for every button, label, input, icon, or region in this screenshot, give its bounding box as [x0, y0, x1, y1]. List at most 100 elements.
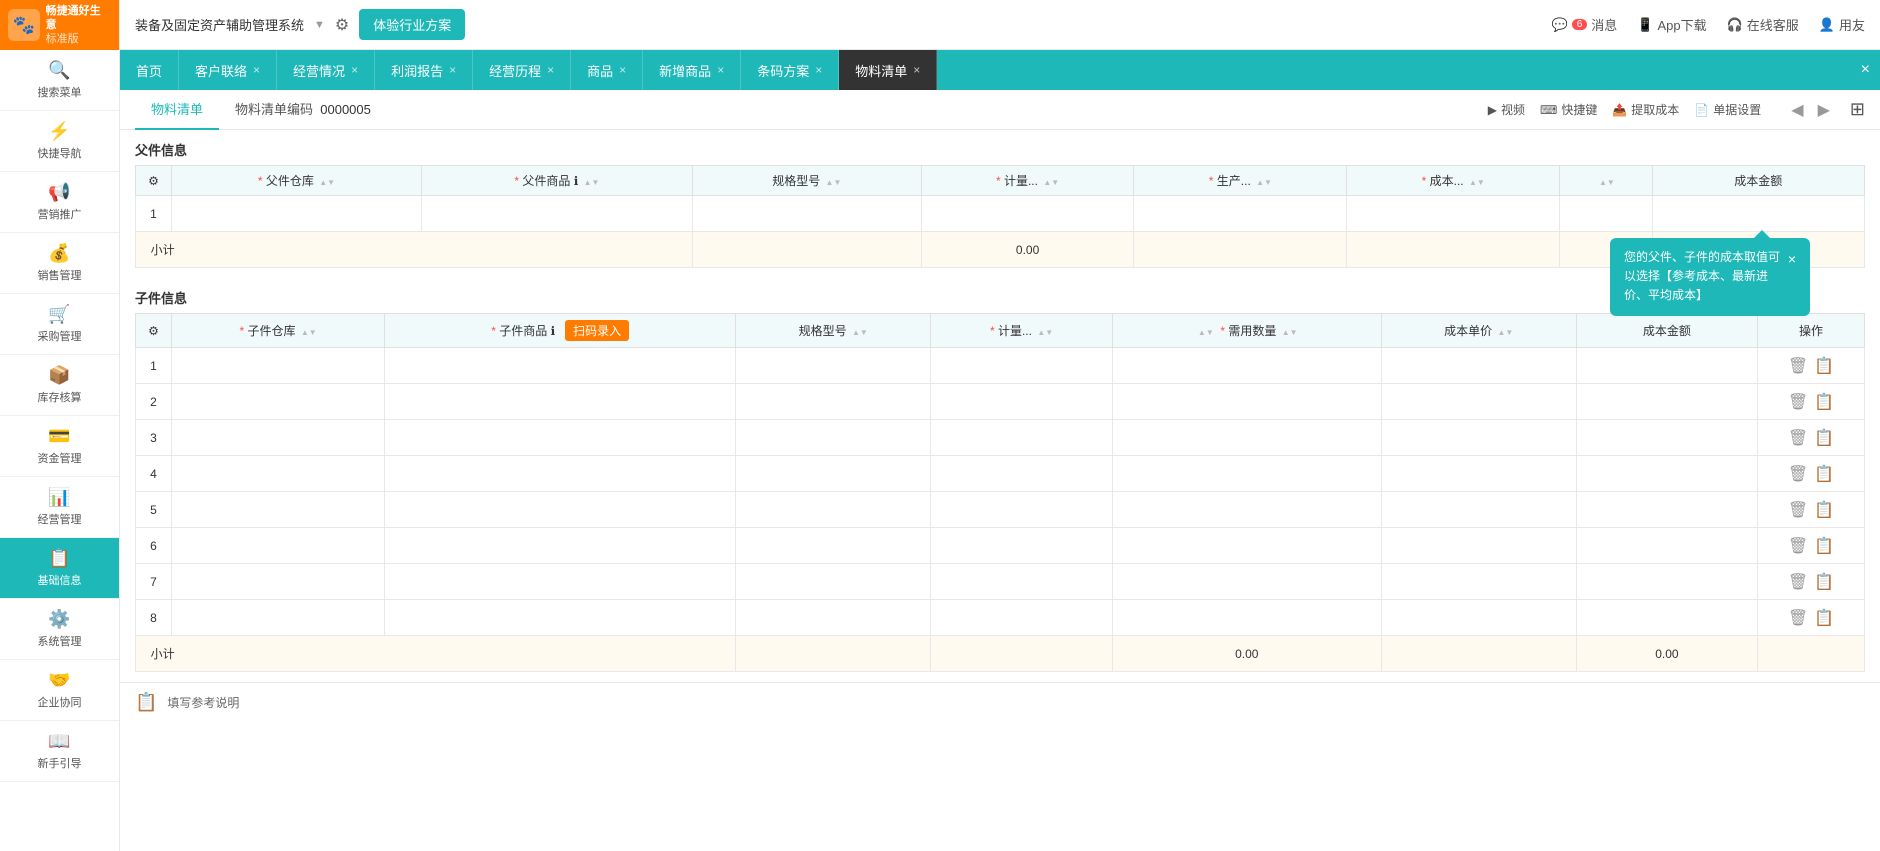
sub-tab-code[interactable]: 物料清单编码 0000005 [219, 90, 387, 130]
grid-view-icon[interactable]: ⊞ [1850, 99, 1865, 120]
child-spec-cell[interactable] [736, 456, 931, 492]
child-amount-cell[interactable] [1576, 420, 1757, 456]
sidebar-item-cooperation[interactable]: 🤝 企业协同 [0, 660, 119, 721]
tooltip-close-btn[interactable]: × [1788, 248, 1796, 270]
tab-operations[interactable]: 经营情况 × [277, 50, 375, 90]
prev-arrow[interactable]: ◀ [1786, 98, 1808, 122]
tab-newgoods[interactable]: 新增商品 × [643, 50, 741, 90]
child-warehouse-cell[interactable] [172, 384, 385, 420]
tab-bom[interactable]: 物料清单 × [839, 50, 937, 90]
parent-amount-cell[interactable] [1652, 196, 1864, 232]
tab-close-newgoods[interactable]: × [717, 63, 724, 77]
child-unitprice-cell[interactable] [1381, 456, 1576, 492]
child-goods-cell[interactable] [385, 492, 736, 528]
child-unitprice-cell[interactable] [1381, 420, 1576, 456]
shortcut-action[interactable]: ⌨ 快捷键 [1540, 101, 1597, 118]
child-spec-cell[interactable] [736, 420, 931, 456]
child-warehouse-cell[interactable] [172, 564, 385, 600]
sidebar-item-basicinfo[interactable]: 📋 基础信息 [0, 538, 119, 599]
next-arrow[interactable]: ▶ [1813, 98, 1835, 122]
copy-icon[interactable]: 📋 [1814, 464, 1834, 484]
child-unit-cell[interactable] [931, 420, 1113, 456]
parent-settings-col[interactable]: ⚙ [136, 166, 172, 196]
child-qty-cell[interactable] [1112, 456, 1381, 492]
close-all-tabs[interactable]: × [1851, 61, 1880, 79]
sidebar-item-operation[interactable]: 📊 经营管理 [0, 477, 119, 538]
child-amount-cell[interactable] [1576, 528, 1757, 564]
tab-close-barcode[interactable]: × [815, 63, 822, 77]
child-warehouse-cell[interactable] [172, 456, 385, 492]
delete-icon[interactable]: 🗑 [1788, 464, 1808, 484]
copy-icon[interactable]: 📋 [1814, 500, 1834, 520]
tab-close-bom[interactable]: × [913, 63, 920, 77]
tab-home[interactable]: 首页 [120, 50, 179, 90]
tab-close-operations[interactable]: × [351, 63, 358, 77]
copy-icon[interactable]: 📋 [1814, 536, 1834, 556]
delete-icon[interactable]: 🗑 [1788, 572, 1808, 592]
parent-unit-cell[interactable] [921, 196, 1134, 232]
child-warehouse-cell[interactable] [172, 528, 385, 564]
extract-cost-action[interactable]: 📤 提取成本 [1612, 101, 1679, 118]
tab-close-customers[interactable]: × [253, 63, 260, 77]
child-spec-cell[interactable] [736, 348, 931, 384]
child-unitprice-cell[interactable] [1381, 528, 1576, 564]
child-amount-cell[interactable] [1576, 456, 1757, 492]
child-unitprice-cell[interactable] [1381, 492, 1576, 528]
child-goods-cell[interactable] [385, 420, 736, 456]
child-unit-cell[interactable] [931, 348, 1113, 384]
parent-cost-cell[interactable] [1347, 196, 1560, 232]
child-unit-cell[interactable] [931, 456, 1113, 492]
scan-button[interactable]: 扫码录入 [565, 320, 629, 341]
child-settings-col[interactable]: ⚙ [136, 314, 172, 348]
child-goods-cell[interactable] [385, 564, 736, 600]
copy-icon[interactable]: 📋 [1814, 428, 1834, 448]
sidebar-item-marketing[interactable]: 📢 营销推广 [0, 172, 119, 233]
child-qty-cell[interactable] [1112, 564, 1381, 600]
parent-produce-cell[interactable] [1134, 196, 1347, 232]
tab-close-goods[interactable]: × [619, 63, 626, 77]
delete-icon[interactable]: 🗑 [1788, 428, 1808, 448]
delete-icon[interactable]: 🗑 [1788, 536, 1808, 556]
sidebar-item-purchase[interactable]: 🛒 采购管理 [0, 294, 119, 355]
video-action[interactable]: ▶ 视频 [1488, 101, 1525, 118]
child-unitprice-cell[interactable] [1381, 348, 1576, 384]
child-qty-cell[interactable] [1112, 492, 1381, 528]
child-goods-cell[interactable] [385, 384, 736, 420]
child-qty-cell[interactable] [1112, 600, 1381, 636]
child-qty-cell[interactable] [1112, 384, 1381, 420]
sidebar-item-sales[interactable]: 💰 销售管理 [0, 233, 119, 294]
child-unit-cell[interactable] [931, 564, 1113, 600]
sidebar-item-quicknav[interactable]: ⚡ 快捷导航 [0, 111, 119, 172]
child-unit-cell[interactable] [931, 600, 1113, 636]
child-unitprice-cell[interactable] [1381, 384, 1576, 420]
child-spec-cell[interactable] [736, 600, 931, 636]
delete-icon[interactable]: 🗑 [1788, 392, 1808, 412]
delete-icon[interactable]: 🗑 [1788, 356, 1808, 376]
child-unitprice-cell[interactable] [1381, 564, 1576, 600]
child-goods-cell[interactable] [385, 348, 736, 384]
child-spec-cell[interactable] [736, 384, 931, 420]
messages-action[interactable]: 💬 6 消息 [1552, 15, 1618, 34]
delete-icon[interactable]: 🗑 [1788, 500, 1808, 520]
user-action[interactable]: 👤 用友 [1819, 15, 1865, 34]
child-warehouse-cell[interactable] [172, 492, 385, 528]
copy-icon[interactable]: 📋 [1814, 356, 1834, 376]
child-unitprice-cell[interactable] [1381, 600, 1576, 636]
child-spec-cell[interactable] [736, 528, 931, 564]
tab-customers[interactable]: 客户联络 × [179, 50, 277, 90]
tab-barcode[interactable]: 条码方案 × [741, 50, 839, 90]
child-spec-cell[interactable] [736, 492, 931, 528]
parent-goods-cell[interactable] [421, 196, 692, 232]
sub-tab-bom[interactable]: 物料清单 [135, 90, 219, 130]
dropdown-arrow-icon[interactable]: ▼ [314, 19, 325, 31]
sidebar-item-search[interactable]: 🔍 搜索菜单 [0, 50, 119, 111]
child-goods-cell[interactable] [385, 456, 736, 492]
child-qty-cell[interactable] [1112, 528, 1381, 564]
child-qty-cell[interactable] [1112, 348, 1381, 384]
child-amount-cell[interactable] [1576, 564, 1757, 600]
tab-profit[interactable]: 利润报告 × [375, 50, 473, 90]
child-goods-cell[interactable] [385, 600, 736, 636]
copy-icon[interactable]: 📋 [1814, 608, 1834, 628]
app-download-action[interactable]: 📱 App下载 [1637, 15, 1706, 34]
child-warehouse-cell[interactable] [172, 348, 385, 384]
